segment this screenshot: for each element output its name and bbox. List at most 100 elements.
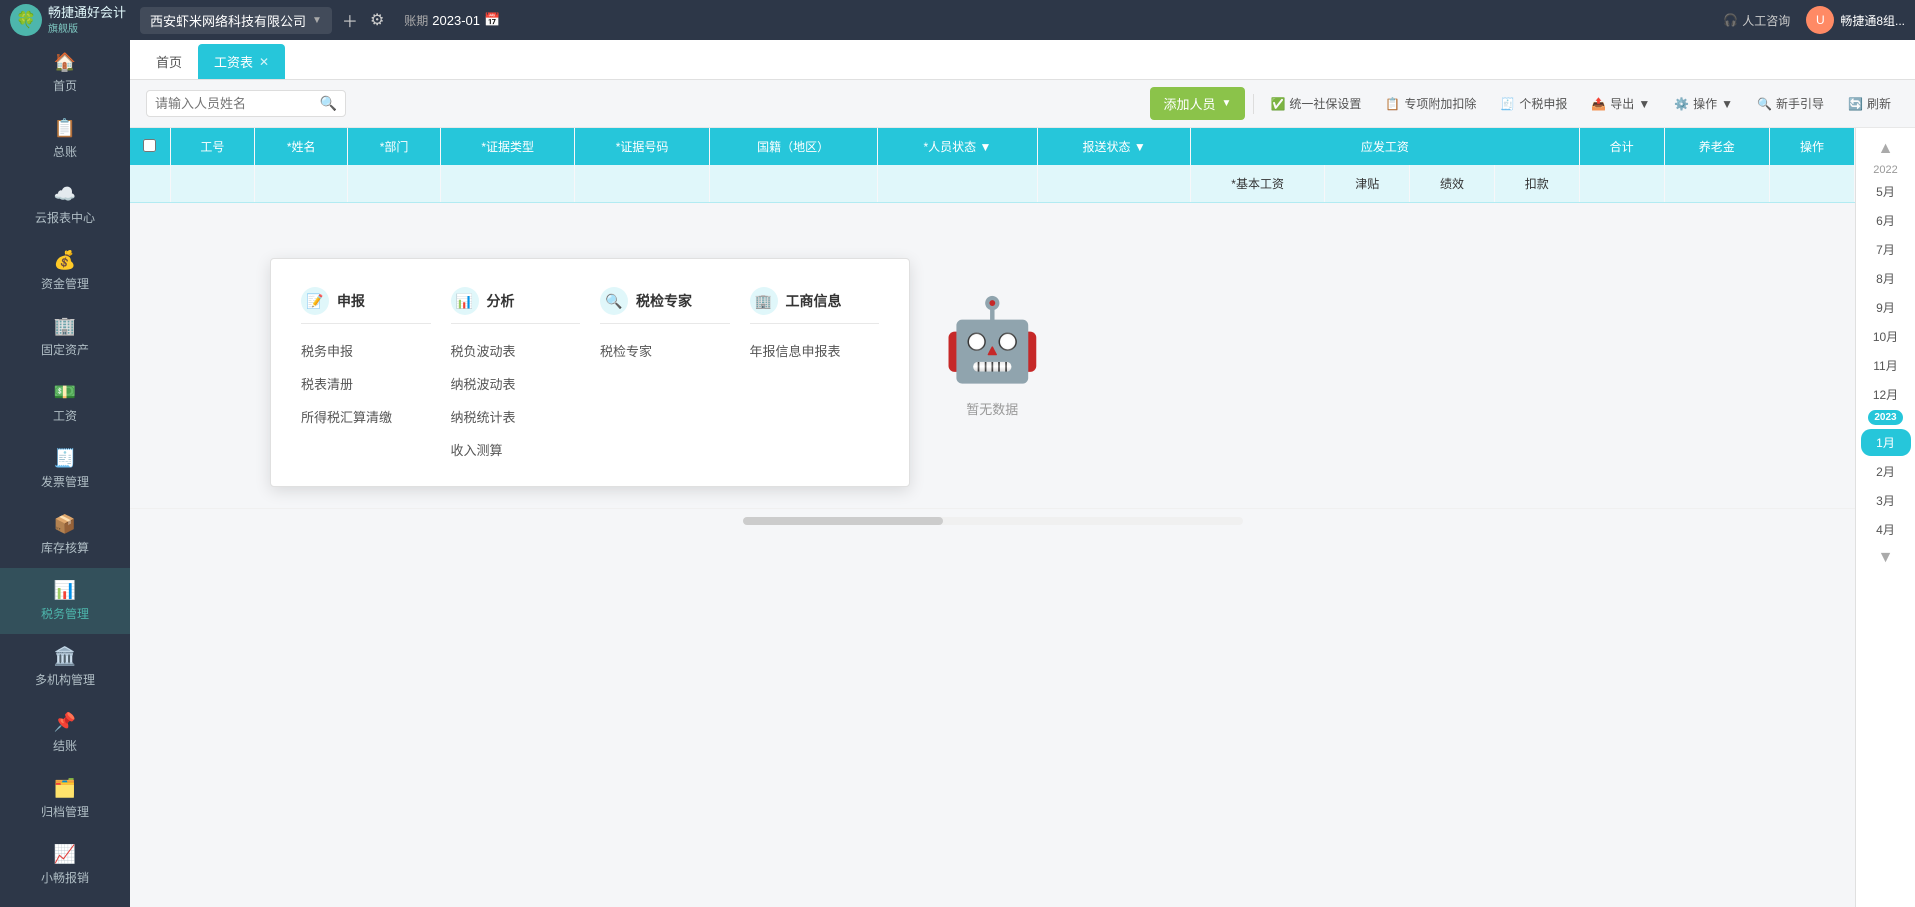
menu-tax-detail[interactable]: 纳税波动表 [451,367,581,400]
tab-close-icon[interactable]: ✕ [259,55,269,69]
menu-tax-submit[interactable]: 税务申报 [301,334,431,367]
scrollbar-track[interactable] [743,517,1243,525]
select-all-checkbox[interactable] [143,139,156,152]
refresh-label: 刷新 [1867,95,1891,112]
company-chevron-icon: ▼ [312,15,322,26]
sidebar-label-inventory: 库存核算 [41,539,89,556]
sidebar-item-home[interactable]: 🏠 首页 [0,40,130,106]
menu-tax-form[interactable]: 税表清册 [301,367,431,400]
th-sub-empty11 [1664,165,1770,203]
panel-up-arrow[interactable]: ▲ [1874,136,1898,162]
month-1[interactable]: 1月 [1861,429,1911,456]
month-4[interactable]: 4月 [1861,516,1911,543]
deduction-btn[interactable]: 📋 专项附加扣除 [1377,90,1484,117]
sidebar-item-funds[interactable]: 💰 资金管理 [0,238,130,304]
avatar: U [1806,6,1834,34]
month-7[interactable]: 7月 [1861,236,1911,263]
month-10[interactable]: 10月 [1861,323,1911,350]
top-bar-right: 🎧 人工咨询 U 畅捷通8组... [1723,6,1905,34]
tax-report-label: 个税申报 [1519,95,1567,112]
sidebar-item-checkout[interactable]: 📌 结账 [0,700,130,766]
export-label: 导出 [1610,95,1634,112]
newbie-label: 新手引导 [1776,95,1824,112]
period-value: 2023-01 [432,13,480,28]
tax-report-btn[interactable]: 🧾 个税申报 [1492,90,1575,117]
th-sub-empty5 [441,165,575,203]
operation-chevron-icon: ▼ [1721,97,1733,111]
search-wrap[interactable]: 🔍 [146,90,346,117]
sidebar-label-checkout: 结账 [53,737,77,754]
operation-btn[interactable]: ⚙️ 操作 ▼ [1666,90,1741,117]
th-dept: *部门 [348,128,441,165]
th-sub-empty12 [1770,165,1855,203]
checkout-icon: 📌 [54,712,76,733]
sidebar-item-assets[interactable]: 🏢 固定资产 [0,304,130,370]
current-year-label: 2023 [1868,410,1902,425]
calendar-icon[interactable]: 📅 [484,12,500,28]
newbie-guide-btn[interactable]: 🔍 新手引导 [1749,90,1832,117]
menu-tax-fluctuation[interactable]: 税负波动表 [451,334,581,367]
sidebar-item-settings[interactable]: ⚙️ 基础设置 [0,898,130,907]
month-8[interactable]: 8月 [1861,265,1911,292]
dropdown-col-analysis: 📊 分析 税负波动表 纳税波动表 纳税统计表 收入测算 [441,279,591,466]
sidebar-item-inventory[interactable]: 📦 库存核算 [0,502,130,568]
deduction-icon: 📋 [1385,97,1400,111]
business-title: 工商信息 [786,291,842,311]
tab-home[interactable]: 首页 [140,44,198,79]
user-name: 畅捷通8组... [1840,12,1905,29]
sidebar-item-invoice[interactable]: 🧾 发票管理 [0,436,130,502]
menu-income-tax[interactable]: 所得税汇算清缴 [301,400,431,433]
menu-tax-expert[interactable]: 税检专家 [600,334,730,367]
help-button[interactable]: 🎧 人工咨询 [1723,12,1790,29]
right-panel: ▲ 2022 5月 6月 7月 8月 9月 10月 11月 12月 2023 1… [1855,128,1915,907]
month-9[interactable]: 9月 [1861,294,1911,321]
th-sub-basic: *基本工资 [1190,165,1324,203]
sidebar-item-cloud[interactable]: ☁️ 云报表中心 [0,172,130,238]
company-selector[interactable]: 西安虾米网络科技有限公司 ▼ [140,7,332,34]
month-5[interactable]: 5月 [1861,178,1911,205]
dropdown-col-expert: 🔍 税检专家 税检专家 [590,279,740,466]
tab-payroll[interactable]: 工资表 ✕ [198,44,285,79]
add-company-icon[interactable]: ＋ [342,8,358,32]
sidebar-item-tax[interactable]: 📊 税务管理 [0,568,130,634]
export-btn[interactable]: 📤 导出 ▼ [1583,90,1658,117]
month-12[interactable]: 12月 [1861,381,1911,408]
menu-tax-stats[interactable]: 纳税统计表 [451,400,581,433]
sidebar-label-ledger: 总账 [53,143,77,160]
menu-annual-report[interactable]: 年报信息申报表 [750,334,880,367]
xiao-icon: 📈 [54,844,76,865]
scrollbar-thumb[interactable] [743,517,943,525]
sidebar-label-home: 首页 [53,77,77,94]
sidebar-item-payroll[interactable]: 💵 工资 [0,370,130,436]
tab-payroll-label: 工资表 [214,52,253,71]
invoice-icon: 🧾 [54,448,76,469]
sidebar-item-ledger[interactable]: 📋 总账 [0,106,130,172]
th-checkbox[interactable] [130,128,170,165]
sidebar-item-xiao[interactable]: 📈 小畅报销 [0,832,130,898]
settings-icon[interactable]: ⚙ [370,10,384,30]
logo-title: 畅捷通好会计 [48,5,126,21]
th-operation: 操作 [1770,128,1855,165]
menu-income-calc[interactable]: 收入测算 [451,433,581,466]
analysis-icon: 📊 [451,287,479,315]
prev-year-label: 2022 [1873,162,1897,178]
search-input[interactable] [155,96,314,111]
panel-down-arrow[interactable]: ▼ [1874,545,1898,571]
month-6[interactable]: 6月 [1861,207,1911,234]
social-btn[interactable]: ✅ 统一社保设置 [1262,90,1369,117]
sidebar-label-multi: 多机构管理 [35,671,95,688]
add-person-button[interactable]: 添加人员 ▼ [1150,87,1246,120]
refresh-btn[interactable]: 🔄 刷新 [1840,90,1899,117]
sidebar-item-archive[interactable]: 🗂️ 归档管理 [0,766,130,832]
month-11[interactable]: 11月 [1861,352,1911,379]
cloud-icon: ☁️ [54,184,76,205]
th-sub-performance: 绩效 [1410,165,1495,203]
dropdown-col-business: 🏢 工商信息 年报信息申报表 [740,279,890,466]
export-icon: 📤 [1591,97,1606,111]
inventory-icon: 📦 [54,514,76,535]
month-2[interactable]: 2月 [1861,458,1911,485]
th-sub-empty4 [348,165,441,203]
user-info[interactable]: U 畅捷通8组... [1806,6,1905,34]
sidebar-item-multi[interactable]: 🏛️ 多机构管理 [0,634,130,700]
month-3[interactable]: 3月 [1861,487,1911,514]
